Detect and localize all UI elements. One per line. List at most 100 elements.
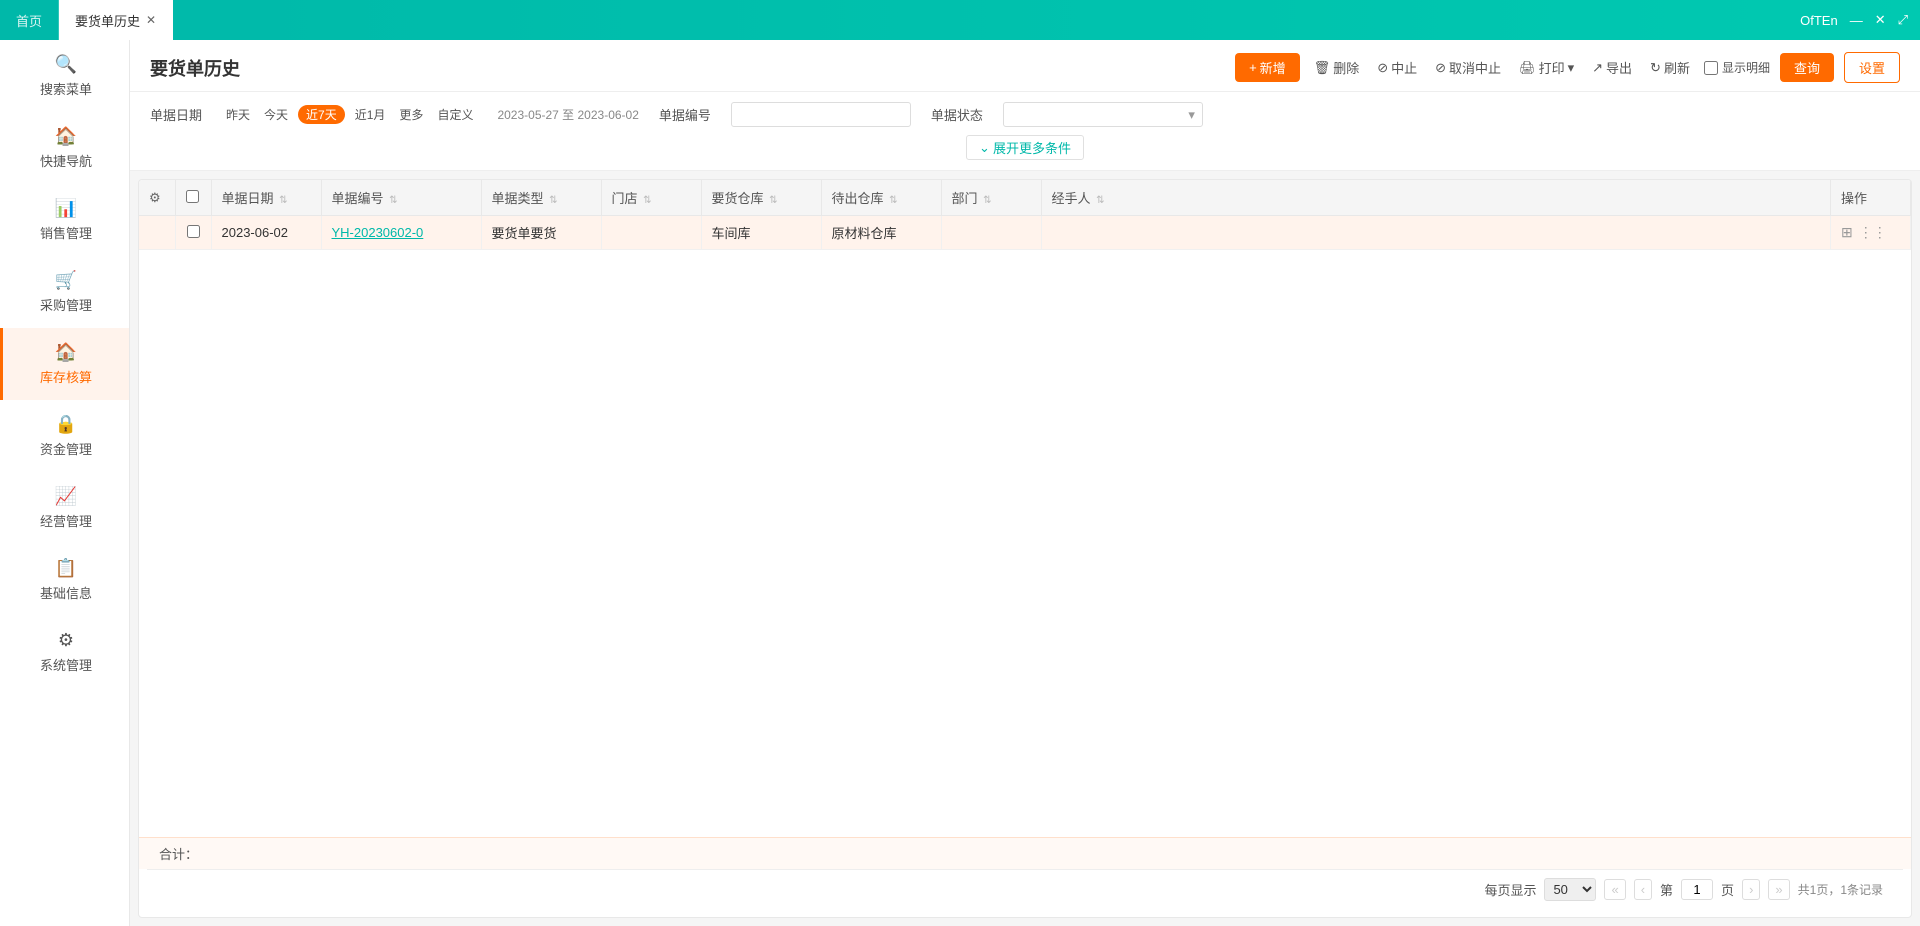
page-title: 要货单历史 xyxy=(150,55,240,81)
top-bar-right: OfTEn — ✕ ⤢ xyxy=(1800,12,1920,28)
export-button[interactable]: ↗ 导出 xyxy=(1588,56,1636,79)
home-icon: 🏠 xyxy=(55,126,77,147)
refresh-label: 刷新 xyxy=(1664,58,1690,77)
show-detail-wrapper: 显示明细 xyxy=(1704,59,1770,76)
page-label-before: 第 xyxy=(1660,880,1673,899)
maximize-btn[interactable]: ⤢ xyxy=(1898,12,1908,28)
row-store-cell xyxy=(601,216,701,250)
settings-col-header[interactable]: ⚙ xyxy=(139,180,175,216)
top-bar: 首页 要货单历史 ✕ OfTEn — ✕ ⤢ xyxy=(0,0,1920,40)
show-detail-checkbox[interactable] xyxy=(1704,61,1718,75)
sidebar-label-system: 系统管理 xyxy=(40,655,92,674)
data-table: ⚙ 单据日期 ⇅ 单据编号 ⇅ xyxy=(139,180,1911,250)
dept-col-header[interactable]: 部门 ⇅ xyxy=(941,180,1041,216)
tab-history[interactable]: 要货单历史 ✕ xyxy=(59,0,173,40)
status-select-wrapper xyxy=(1003,102,1203,127)
tab-close-icon[interactable]: ✕ xyxy=(146,13,156,27)
total-label: 合计： xyxy=(159,847,198,862)
export-icon: ↗ xyxy=(1592,60,1603,76)
delete-icon: 🗑 xyxy=(1314,60,1331,76)
page-size-select[interactable]: 50 20 100 200 xyxy=(1544,878,1596,901)
stop-label: 中止 xyxy=(1391,58,1417,77)
query-label: 查询 xyxy=(1794,58,1820,77)
row-bill-no-cell[interactable]: YH-20230602-0 xyxy=(321,216,481,250)
cancel-stop-button[interactable]: ⊘ 取消中止 xyxy=(1431,56,1505,79)
handler-col-header[interactable]: 经手人 ⇅ xyxy=(1041,180,1831,216)
date-shortcut-1month[interactable]: 近1月 xyxy=(351,105,390,124)
store-col-header[interactable]: 门店 ⇅ xyxy=(601,180,701,216)
stop-button[interactable]: ⊘ 中止 xyxy=(1373,56,1421,79)
tab-history-label: 要货单历史 xyxy=(75,11,140,30)
bill-type-col-header[interactable]: 单据类型 ⇅ xyxy=(481,180,601,216)
first-page-button[interactable]: « xyxy=(1604,879,1625,900)
sidebar-label-finance: 资金管理 xyxy=(40,439,92,458)
table-settings-icon[interactable]: ⚙ xyxy=(149,190,161,205)
show-detail-label: 显示明细 xyxy=(1722,59,1770,76)
print-button[interactable]: 🖨 打印 ▾ xyxy=(1515,56,1578,79)
table-container: ⚙ 单据日期 ⇅ 单据编号 ⇅ xyxy=(138,179,1912,918)
add-label: 新增 xyxy=(1260,58,1286,77)
sidebar-item-quick-nav[interactable]: 🏠 快捷导航 xyxy=(0,112,129,184)
more-ops-icon[interactable]: ⋮⋮ xyxy=(1859,224,1887,241)
sidebar-item-purchase[interactable]: 🛒 采购管理 xyxy=(0,256,129,328)
sidebar: 🔍 搜索菜单 🏠 快捷导航 📊 销售管理 🛒 采购管理 🏠 库存核算 🔒 资金管… xyxy=(0,40,130,926)
checkbox-col-header xyxy=(175,180,211,216)
expand-more-button[interactable]: ⌄ 展开更多条件 xyxy=(966,135,1084,160)
date-shortcut-yesterday[interactable]: 昨天 xyxy=(222,105,254,124)
refresh-icon: ↻ xyxy=(1650,60,1661,76)
delete-label: 删除 xyxy=(1333,58,1359,77)
sidebar-item-finance[interactable]: 🔒 资金管理 xyxy=(0,400,129,472)
date-shortcut-more[interactable]: 更多 xyxy=(395,105,427,124)
req-warehouse-col-header[interactable]: 要货仓库 ⇅ xyxy=(701,180,821,216)
query-button[interactable]: 查询 xyxy=(1780,53,1834,82)
sidebar-label-inventory: 库存核算 xyxy=(40,367,92,386)
row-dept-cell xyxy=(941,216,1041,250)
table-footer: 合计： xyxy=(139,837,1911,869)
bill-no-input[interactable] xyxy=(731,102,911,127)
delete-button[interactable]: 🗑 删除 xyxy=(1310,56,1364,79)
stop-icon: ⊘ xyxy=(1377,60,1388,76)
bill-no-col-header[interactable]: 单据编号 ⇅ xyxy=(321,180,481,216)
date-col-label: 单据日期 xyxy=(222,191,274,206)
ops-col-label: 操作 xyxy=(1841,191,1867,206)
minimize-btn[interactable]: — xyxy=(1850,13,1863,28)
tab-home[interactable]: 首页 xyxy=(0,0,59,40)
row-checkbox[interactable] xyxy=(187,225,200,238)
sidebar-item-inventory[interactable]: 🏠 库存核算 xyxy=(0,328,129,400)
basic-icon: 📋 xyxy=(55,558,77,579)
select-all-checkbox[interactable] xyxy=(186,190,199,203)
finance-icon: 🔒 xyxy=(55,414,77,435)
dept-sort-icon: ⇅ xyxy=(983,195,991,206)
date-shortcut-7days[interactable]: 近7天 xyxy=(298,105,345,124)
last-page-button[interactable]: » xyxy=(1768,879,1789,900)
sidebar-item-search[interactable]: 🔍 搜索菜单 xyxy=(0,40,129,112)
edit-icon[interactable]: ⊞ xyxy=(1841,224,1853,241)
refresh-button[interactable]: ↻ 刷新 xyxy=(1646,56,1694,79)
row-ops-cell: ⊞ ⋮⋮ xyxy=(1831,216,1911,250)
settings-button[interactable]: 设置 xyxy=(1844,52,1900,83)
close-btn[interactable]: ✕ xyxy=(1875,12,1886,28)
next-page-button[interactable]: › xyxy=(1742,879,1760,900)
cancel-stop-label: 取消中止 xyxy=(1449,58,1501,77)
sidebar-item-operations[interactable]: 📈 经营管理 xyxy=(0,472,129,544)
page-number-input[interactable] xyxy=(1681,879,1713,900)
operations-icon: 📈 xyxy=(55,486,77,507)
date-col-header[interactable]: 单据日期 ⇅ xyxy=(211,180,321,216)
expand-label: 展开更多条件 xyxy=(993,138,1071,157)
status-select[interactable] xyxy=(1003,102,1203,127)
date-shortcut-custom[interactable]: 自定义 xyxy=(433,105,477,124)
pending-warehouse-col-header[interactable]: 待出仓库 ⇅ xyxy=(821,180,941,216)
add-button[interactable]: + 新增 xyxy=(1235,53,1300,82)
sidebar-item-basic[interactable]: 📋 基础信息 xyxy=(0,544,129,616)
sidebar-item-system[interactable]: ⚙ 系统管理 xyxy=(0,616,129,688)
row-req-warehouse-cell: 车间库 xyxy=(701,216,821,250)
sales-icon: 📊 xyxy=(55,198,77,219)
pending-warehouse-col-label: 待出仓库 xyxy=(832,191,884,206)
bill-type-col-label: 单据类型 xyxy=(492,191,544,206)
sidebar-item-sales[interactable]: 📊 销售管理 xyxy=(0,184,129,256)
date-shortcut-today[interactable]: 今天 xyxy=(260,105,292,124)
status-label: 单据状态 xyxy=(931,105,983,124)
date-shortcuts: 昨天 今天 近7天 近1月 更多 自定义 xyxy=(222,105,477,124)
bill-no-link[interactable]: YH-20230602-0 xyxy=(332,225,424,240)
prev-page-button[interactable]: ‹ xyxy=(1634,879,1652,900)
